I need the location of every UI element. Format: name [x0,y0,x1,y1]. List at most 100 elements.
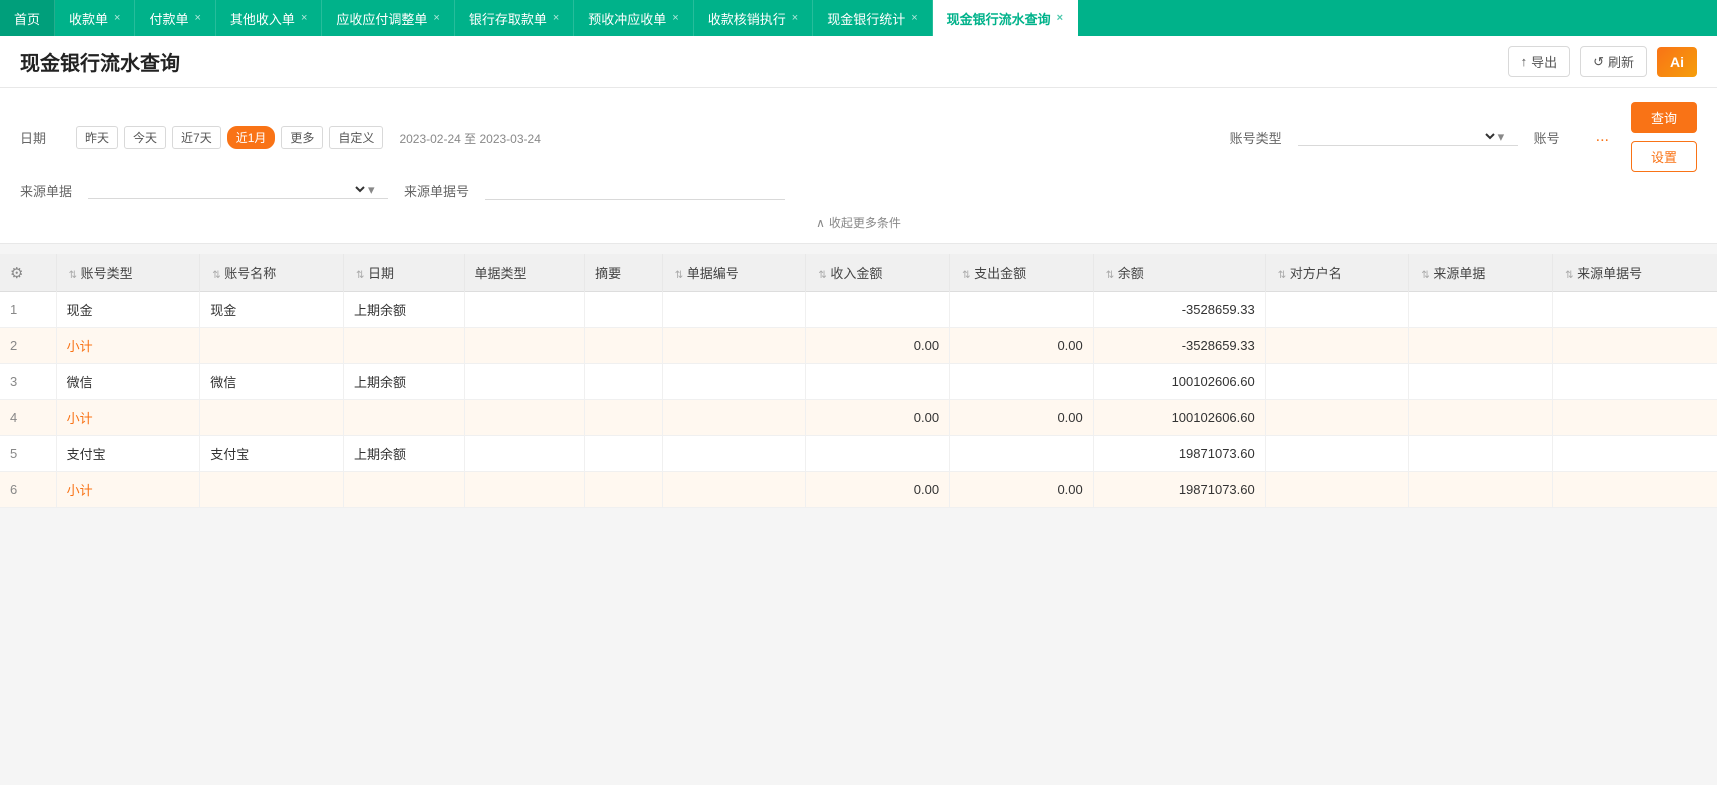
nav-cash-stats[interactable]: 现金银行统计 × [813,0,932,36]
cell-source-doc-no [1553,292,1717,328]
col-doc-no[interactable]: ⇅ 单据编号 [662,254,806,292]
col-account-name[interactable]: ⇅ 账号名称 [200,254,344,292]
close-icon[interactable]: × [194,12,200,24]
col-date[interactable]: ⇅ 日期 [343,254,464,292]
export-button[interactable]: ↑ 导出 [1508,46,1571,77]
source-doc-no-input[interactable] [485,180,785,200]
cell-income: 0.00 [806,400,950,436]
date-btn-today[interactable]: 今天 [124,126,166,149]
close-icon[interactable]: × [1057,12,1063,24]
cell-source-doc [1409,292,1553,328]
date-btn-7days[interactable]: 近7天 [172,126,221,149]
source-doc-select-wrapper: ▾ [88,181,388,199]
header-actions: ↑ 导出 ↺ 刷新 Ai [1508,46,1697,77]
table-header-row: ⚙ ⇅ 账号类型 ⇅ 账号名称 ⇅ 日期 单据类型 摘要 ⇅ 单据编号 ⇅ 收入… [0,254,1717,292]
close-icon[interactable]: × [911,12,917,24]
source-doc-no-label: 来源单据号 [404,181,469,200]
date-label: 日期 [20,128,60,147]
account-more-icon[interactable]: ... [1590,128,1615,146]
filter-row-date: 日期 昨天 今天 近7天 近1月 更多 自定义 2023-02-24 至 202… [20,102,1697,172]
cell-expense: 0.00 [950,400,1094,436]
date-btn-custom[interactable]: 自定义 [329,126,383,149]
table-wrapper: ⚙ ⇅ 账号类型 ⇅ 账号名称 ⇅ 日期 单据类型 摘要 ⇅ 单据编号 ⇅ 收入… [0,254,1717,508]
table-row: 6小计0.000.0019871073.60 [0,472,1717,508]
close-icon[interactable]: × [301,12,307,24]
cell-account-type: 小计 [56,328,200,364]
cell-source-doc-no [1553,472,1717,508]
col-account-type[interactable]: ⇅ 账号类型 [56,254,200,292]
table-row: 1现金现金上期余额-3528659.33 [0,292,1717,328]
cell-income [806,436,950,472]
page-title: 现金银行流水查询 [20,47,180,76]
cell-source-doc [1409,400,1553,436]
close-icon[interactable]: × [792,12,798,24]
row-number: 6 [0,472,56,508]
col-gear[interactable]: ⚙ [0,254,56,292]
cell-doc-no [662,400,806,436]
close-icon[interactable]: × [553,12,559,24]
close-icon[interactable]: × [672,12,678,24]
cell-source-doc-no [1553,364,1717,400]
cell-balance: 100102606.60 [1093,364,1265,400]
nav-other-income[interactable]: 其他收入单 × [216,0,322,36]
cell-summary [585,400,663,436]
nav-prepay[interactable]: 预收冲应收单 × [574,0,693,36]
cell-source-doc [1409,436,1553,472]
ai-button[interactable]: Ai [1657,47,1697,77]
col-source-doc[interactable]: ⇅ 来源单据 [1409,254,1553,292]
cell-account-name [200,328,344,364]
account-type-label: 账号类型 [1230,128,1282,147]
cell-doc-no [662,364,806,400]
table-row: 3微信微信上期余额100102606.60 [0,364,1717,400]
nav-home[interactable]: 首页 [0,0,55,36]
col-expense[interactable]: ⇅ 支出金额 [950,254,1094,292]
row-number: 4 [0,400,56,436]
chevron-down-icon: ▾ [368,182,375,198]
col-doc-type[interactable]: 单据类型 [464,254,585,292]
nav-cash-flow[interactable]: 现金银行流水查询 × [933,0,1078,36]
refresh-button[interactable]: ↺ 刷新 [1580,46,1647,77]
cell-date [343,328,464,364]
cell-source-doc [1409,472,1553,508]
cell-counterpart [1265,364,1409,400]
cell-summary [585,328,663,364]
col-income[interactable]: ⇅ 收入金额 [806,254,950,292]
cell-account-name: 现金 [200,292,344,328]
close-icon[interactable]: × [433,12,439,24]
close-icon[interactable]: × [114,12,120,24]
nav-adjustment[interactable]: 应收应付调整单 × [322,0,454,36]
table-row: 4小计0.000.00100102606.60 [0,400,1717,436]
col-counterpart[interactable]: ⇅ 对方户名 [1265,254,1409,292]
nav-verify[interactable]: 收款核销执行 × [694,0,813,36]
collapse-icon: ∧ [816,216,825,230]
date-range-display: 2023-02-24 至 2023-03-24 [399,130,1213,147]
source-doc-select[interactable] [88,181,368,198]
nav-shoukuandan[interactable]: 收款单 × [55,0,135,36]
date-shortcuts: 昨天 今天 近7天 近1月 更多 自定义 [76,126,383,149]
col-source-doc-no[interactable]: ⇅ 来源单据号 [1553,254,1717,292]
cell-doc-no [662,436,806,472]
cell-doc-type [464,364,585,400]
nav-fukuandan[interactable]: 付款单 × [135,0,215,36]
col-balance[interactable]: ⇅ 余额 [1093,254,1265,292]
date-btn-yesterday[interactable]: 昨天 [76,126,118,149]
settings-button[interactable]: 设置 [1631,141,1697,172]
cell-account-type: 小计 [56,400,200,436]
chevron-down-icon: ▾ [1498,129,1505,145]
query-button[interactable]: 查询 [1631,102,1697,133]
account-label: 账号 [1534,128,1574,147]
date-btn-more[interactable]: 更多 [281,126,323,149]
cell-counterpart [1265,436,1409,472]
nav-bank-deposit[interactable]: 银行存取款单 × [455,0,574,36]
account-type-select[interactable]: 现金 微信 支付宝 [1298,128,1498,145]
col-summary[interactable]: 摘要 [585,254,663,292]
collapse-bar[interactable]: ∧ 收起更多条件 [20,208,1697,233]
cell-doc-no [662,328,806,364]
cell-income: 0.00 [806,472,950,508]
cell-balance: -3528659.33 [1093,292,1265,328]
cell-summary [585,472,663,508]
cell-date [343,472,464,508]
source-doc-label: 来源单据 [20,181,72,200]
cell-source-doc-no [1553,328,1717,364]
date-btn-1month[interactable]: 近1月 [227,126,276,149]
